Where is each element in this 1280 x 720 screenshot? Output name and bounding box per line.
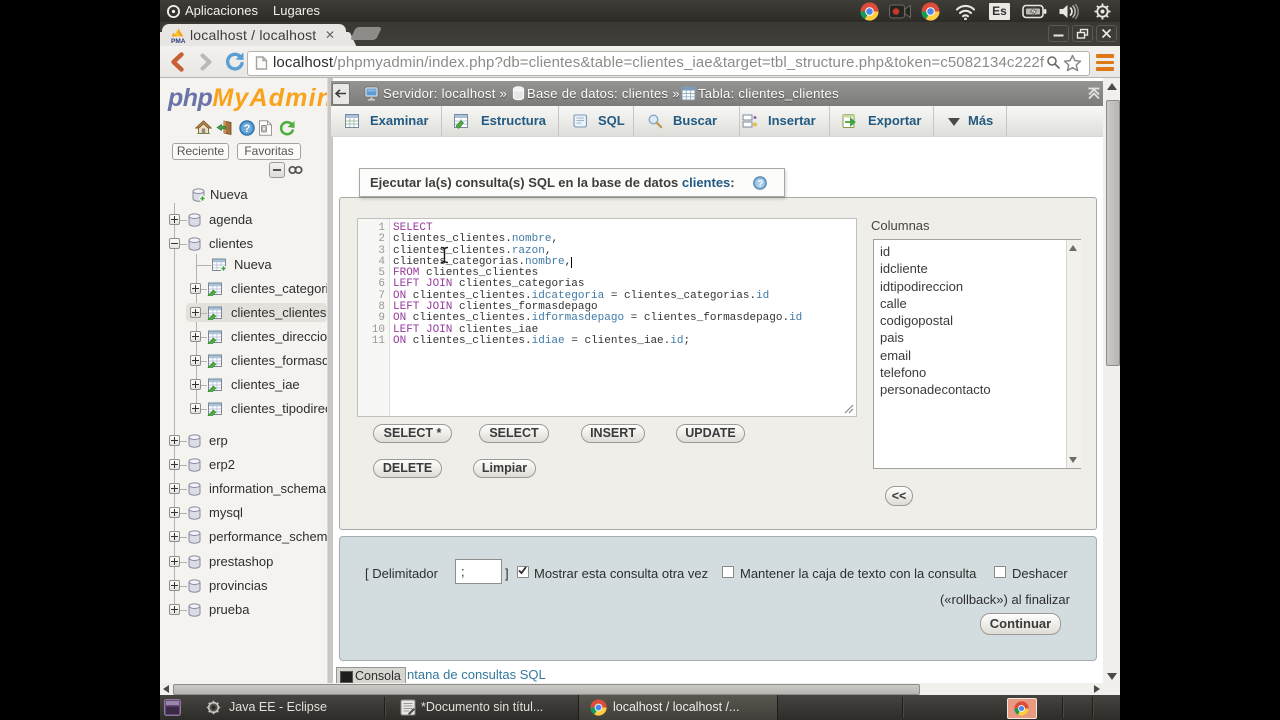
svg-text:?: ? (244, 123, 251, 135)
svg-text:PMA: PMA (171, 38, 186, 44)
svg-text:?: ? (758, 179, 764, 190)
